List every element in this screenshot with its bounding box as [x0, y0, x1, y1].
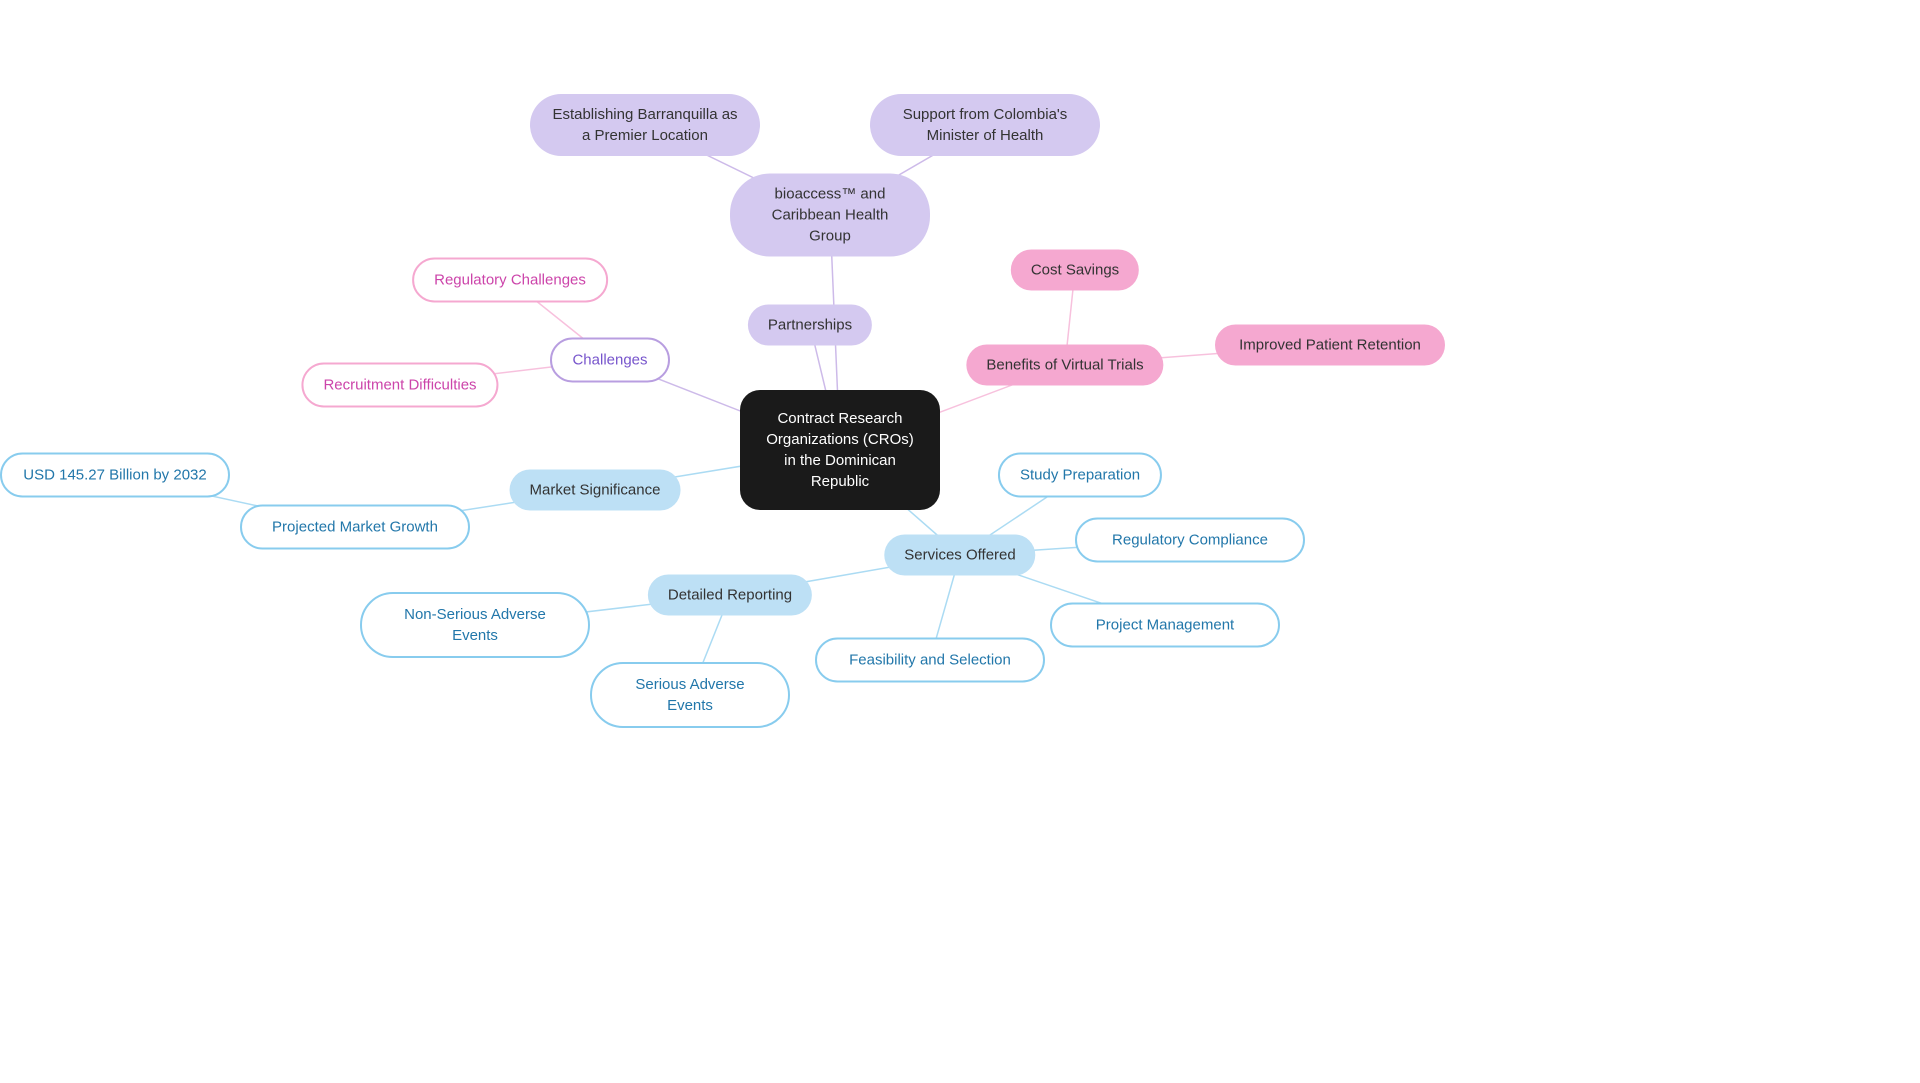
node-projected_market_growth[interactable]: Projected Market Growth — [240, 505, 470, 550]
node-project_management[interactable]: Project Management — [1050, 603, 1280, 648]
node-establishing[interactable]: Establishing Barranquilla as a Premier L… — [530, 94, 760, 156]
node-usd[interactable]: USD 145.27 Billion by 2032 — [0, 453, 230, 498]
node-regulatory_challenges[interactable]: Regulatory Challenges — [412, 258, 608, 303]
node-regulatory_compliance[interactable]: Regulatory Compliance — [1075, 518, 1305, 563]
node-center[interactable]: Contract Research Organizations (CROs) i… — [740, 390, 940, 510]
node-study_preparation[interactable]: Study Preparation — [998, 453, 1162, 498]
node-bioaccess[interactable]: bioaccess™ and Caribbean Health Group — [730, 174, 930, 257]
node-detailed_reporting[interactable]: Detailed Reporting — [648, 575, 812, 616]
node-benefits_virtual[interactable]: Benefits of Virtual Trials — [966, 345, 1163, 386]
node-non_serious_adverse_events[interactable]: Non-Serious Adverse Events — [360, 592, 590, 658]
node-challenges[interactable]: Challenges — [550, 338, 670, 383]
node-market_significance[interactable]: Market Significance — [510, 470, 681, 511]
mindmap-container: Contract Research Organizations (CROs) i… — [0, 0, 1920, 1083]
node-recruitment_difficulties[interactable]: Recruitment Difficulties — [301, 363, 498, 408]
node-feasibility_selection[interactable]: Feasibility and Selection — [815, 638, 1045, 683]
node-improved_patient_retention[interactable]: Improved Patient Retention — [1215, 325, 1445, 366]
node-support_colombia[interactable]: Support from Colombia's Minister of Heal… — [870, 94, 1100, 156]
node-partnerships[interactable]: Partnerships — [748, 305, 872, 346]
node-cost_savings[interactable]: Cost Savings — [1011, 250, 1139, 291]
node-services_offered[interactable]: Services Offered — [884, 535, 1035, 576]
node-serious_adverse_events[interactable]: Serious Adverse Events — [590, 662, 790, 728]
